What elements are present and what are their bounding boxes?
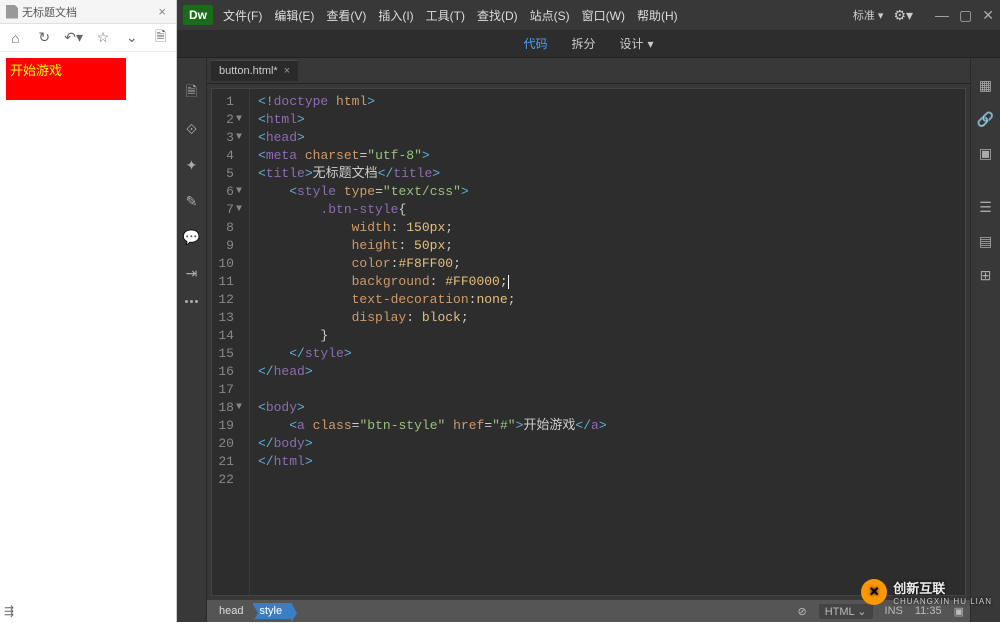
browser-toolbar: ⌂ ↻ ↶▾ ☆ ⌄ 🗎 — [0, 24, 176, 52]
reload-icon[interactable]: ↻ — [37, 30, 52, 46]
overflow-icon[interactable]: ▣ — [954, 605, 964, 618]
status-bar: head style ⊘ HTML ⌄ INS 11:35 ▣ — [207, 600, 970, 622]
watermark-subtext: CHUANGXIN HU LIAN — [893, 597, 992, 606]
workspace-switcher[interactable]: 标准 ▾ — [853, 7, 884, 23]
breadcrumb: head style — [213, 603, 292, 619]
wand-icon[interactable]: ✦ — [183, 156, 201, 174]
menu-view[interactable]: 查看(V) — [326, 7, 366, 24]
menu-file[interactable]: 文件(F) — [223, 7, 262, 24]
brush-icon[interactable]: ✎ — [183, 192, 201, 210]
layers-icon[interactable]: ▣ — [977, 144, 995, 162]
code-editor[interactable]: 1 2▼3▼4 5 6▼7▼8 9 10 11 12 13 14 15 16 1… — [211, 88, 966, 596]
home-icon[interactable]: ⌂ — [8, 30, 23, 46]
watermark-text: 创新互联 — [893, 581, 945, 596]
breadcrumb-head[interactable]: head — [213, 603, 253, 619]
document-icon[interactable]: 🗎 — [153, 30, 168, 46]
window-controls: — ▢ ✕ — [935, 7, 994, 24]
file-tab-name: button.html* — [219, 65, 278, 77]
cursor-position: 11:35 — [915, 605, 942, 617]
chevron-down-icon: ▾ — [648, 37, 654, 51]
view-code-button[interactable]: 代码 — [523, 35, 547, 52]
watermark-logo-icon: ✕ — [861, 579, 887, 605]
file-tab[interactable]: button.html* × — [211, 60, 298, 81]
gear-icon[interactable]: ⚙▾ — [893, 7, 913, 24]
library-icon[interactable]: ▤ — [977, 232, 995, 250]
assets-icon[interactable]: ☰ — [977, 198, 995, 216]
sample-button[interactable]: 开始游戏 — [6, 58, 126, 100]
preview-tab-bar: 无标题文档 × — [0, 0, 176, 24]
close-icon[interactable]: × — [284, 65, 290, 77]
menu-tools[interactable]: 工具(T) — [426, 7, 465, 24]
star-icon[interactable]: ☆ — [96, 30, 111, 46]
menu-edit[interactable]: 编辑(E) — [274, 7, 314, 24]
view-split-button[interactable]: 拆分 — [571, 35, 595, 52]
maximize-icon[interactable]: ▢ — [959, 7, 972, 24]
chevron-down-icon[interactable]: ⌄ — [124, 30, 139, 46]
link-icon[interactable]: 🔗 — [977, 110, 995, 128]
browser-preview-panel: 无标题文档 × ⌂ ↻ ↶▾ ☆ ⌄ 🗎 开始游戏 — [0, 0, 177, 622]
watermark: ✕ 创新互联 CHUANGXIN HU LIAN — [861, 578, 992, 606]
menu-bar: Dw 文件(F) 编辑(E) 查看(V) 插入(I) 工具(T) 查找(D) 站… — [177, 0, 1000, 30]
left-toolbar: 🗎 ⟐ ✦ ✎ 💬 ⇥ — [177, 58, 207, 622]
minimize-icon[interactable]: — — [935, 7, 949, 24]
breadcrumb-style[interactable]: style — [253, 603, 292, 619]
menu-window[interactable]: 窗口(W) — [582, 7, 625, 24]
close-icon[interactable]: × — [154, 4, 170, 19]
insert-mode: INS — [885, 605, 903, 617]
right-toolbar: ▦ 🔗 ▣ ☰ ▤ ⊞ — [970, 58, 1000, 622]
undo-icon[interactable]: ↶▾ — [66, 30, 82, 46]
preview-content: 开始游戏 — [0, 52, 176, 622]
dreamweaver-panel: Dw 文件(F) 编辑(E) 查看(V) 插入(I) 工具(T) 查找(D) 站… — [177, 0, 1000, 622]
document-icon — [6, 5, 18, 19]
file-icon[interactable]: 🗎 — [183, 84, 201, 102]
more-icon[interactable] — [185, 300, 198, 303]
panel-icon[interactable]: ▦ — [977, 76, 995, 94]
view-switcher: 代码 拆分 设计 ▾ — [177, 30, 1000, 58]
menu-help[interactable]: 帮助(H) — [637, 7, 678, 24]
expand-icon[interactable]: ⇶ — [4, 604, 14, 618]
line-gutter: 1 2▼3▼4 5 6▼7▼8 9 10 11 12 13 14 15 16 1… — [212, 89, 250, 595]
manage-icon[interactable]: ⟐ — [183, 120, 201, 138]
error-indicator[interactable]: ⊘ — [797, 605, 806, 618]
view-design-button[interactable]: 设计 ▾ — [619, 35, 653, 52]
app-logo: Dw — [183, 5, 213, 25]
code-content[interactable]: <!doctype html><html><head><meta charset… — [250, 89, 965, 595]
menu-site[interactable]: 站点(S) — [530, 7, 570, 24]
collapse-icon[interactable]: ⇥ — [183, 264, 201, 282]
menu-items: 文件(F) 编辑(E) 查看(V) 插入(I) 工具(T) 查找(D) 站点(S… — [223, 7, 678, 24]
file-tab-bar: button.html* × — [207, 58, 970, 84]
snippets-icon[interactable]: ⊞ — [977, 266, 995, 284]
preview-tab-title: 无标题文档 — [22, 4, 154, 20]
comment-icon[interactable]: 💬 — [183, 228, 201, 246]
menu-insert[interactable]: 插入(I) — [378, 7, 413, 24]
menu-find[interactable]: 查找(D) — [477, 7, 518, 24]
close-icon[interactable]: ✕ — [982, 7, 994, 24]
